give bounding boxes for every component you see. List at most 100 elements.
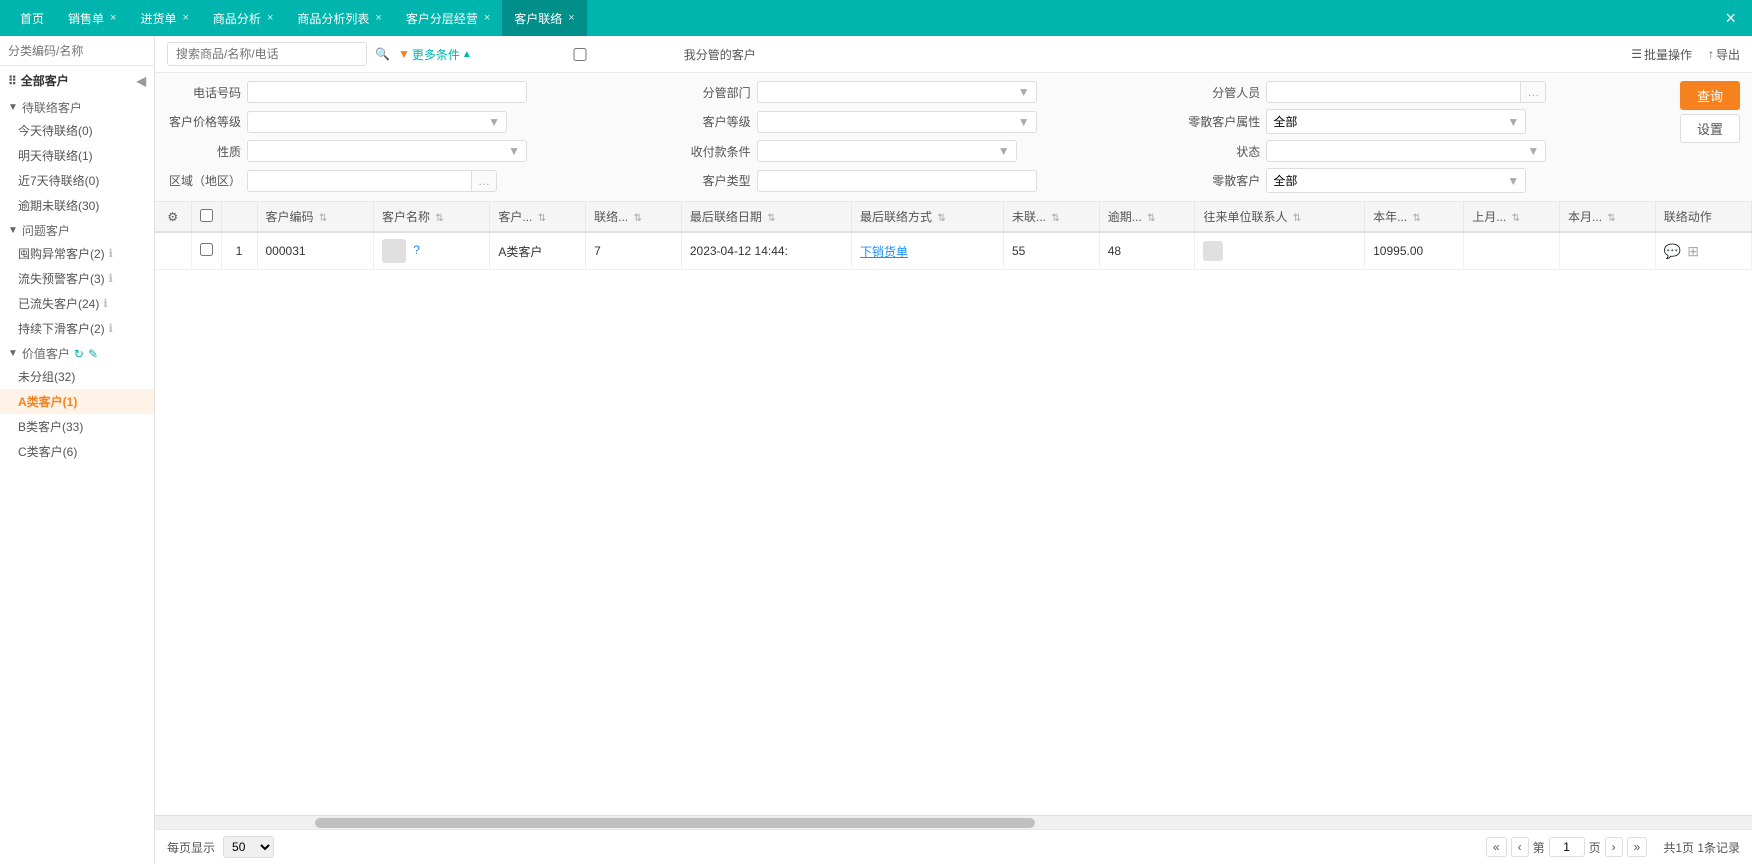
sidebar-item-hoarding-abnormal[interactable]: 囤购异常客户(2) ℹ	[0, 241, 154, 266]
sidebar-search-box[interactable]: 🔍	[0, 36, 154, 66]
col-this-year[interactable]: 本年... ⇅	[1365, 202, 1464, 232]
sidebar-item-overdue-pending[interactable]: 逾期未联络(30)	[0, 193, 154, 218]
nav-tab-customer-contact[interactable]: 客户联络 ×	[502, 0, 586, 36]
col-overdue[interactable]: 逾期... ⇅	[1099, 202, 1195, 232]
sidebar-group-problem[interactable]: ▼ 问题客户	[0, 218, 154, 241]
nav-tab-goods-list[interactable]: 商品分析列表 ×	[285, 0, 393, 36]
col-contact-count[interactable]: 联络... ⇅	[586, 202, 682, 232]
batch-op-button[interactable]: ☰ 批量操作	[1631, 46, 1692, 63]
per-page-select[interactable]: 50 20 100	[223, 836, 274, 858]
row-checkbox[interactable]	[200, 243, 213, 256]
edit-icon[interactable]: ✎	[88, 347, 98, 361]
col-settings[interactable]: ⚙	[155, 202, 191, 232]
query-button[interactable]: 查询	[1680, 81, 1740, 110]
status-select[interactable]: ▼	[1266, 140, 1546, 162]
last-page-button[interactable]: »	[1627, 837, 1648, 857]
qr-action-icon[interactable]: ⊞	[1687, 243, 1699, 260]
more-conditions-label: 更多条件	[412, 46, 460, 63]
nav-tab-purchase[interactable]: 进货单 ×	[128, 0, 200, 36]
nav-tab-goods-list-close[interactable]: ×	[375, 12, 381, 24]
region-dots-icon[interactable]: …	[471, 171, 496, 191]
select-all-checkbox[interactable]	[200, 209, 213, 222]
col-type[interactable]: 客户... ⇅	[490, 202, 586, 232]
col-contact-person[interactable]: 往来单位联系人 ⇅	[1195, 202, 1365, 232]
sidebar-item-declining[interactable]: 持续下滑客户(2) ℹ	[0, 316, 154, 341]
sidebar-item-unclassified[interactable]: 未分组(32)	[0, 364, 154, 389]
filter-cell-customer-level: 客户等级 ▼	[677, 111, 1163, 133]
sidebar-all-customers[interactable]: ⠿ 全部客户 ◀	[0, 66, 154, 95]
nav-tab-customer-contact-close[interactable]: ×	[568, 12, 574, 24]
sidebar-item-a-class[interactable]: A类客户(1)	[0, 389, 154, 414]
sidebar-group-pending-label: 待联络客户	[22, 99, 82, 116]
search-input[interactable]	[167, 42, 367, 66]
nav-tab-goods-analysis[interactable]: 商品分析 ×	[201, 0, 285, 36]
sidebar-item-tomorrow-pending[interactable]: 明天待联络(1)	[0, 143, 154, 168]
nav-tab-sales[interactable]: 销售单 ×	[56, 0, 128, 36]
chevron-down-icon: ▼	[8, 102, 18, 113]
price-level-select[interactable]: ▼	[247, 111, 507, 133]
scrollbar-thumb[interactable]	[315, 818, 1035, 828]
filter-search-icon[interactable]: 🔍	[375, 47, 390, 61]
col-last-method[interactable]: 最后联络方式 ⇅	[852, 202, 1004, 232]
cell-last-method[interactable]: 下销货单	[852, 232, 1004, 270]
sidebar-item-today-pending[interactable]: 今天待联络(0)	[0, 118, 154, 143]
refresh-icon[interactable]: ↻	[74, 347, 84, 361]
sidebar-item-churn-warning[interactable]: 流失预警客户(3) ℹ	[0, 266, 154, 291]
nav-tab-sales-close[interactable]: ×	[110, 12, 116, 24]
page-input[interactable]	[1549, 837, 1585, 857]
col-this-month[interactable]: 本月... ⇅	[1560, 202, 1656, 232]
sort-icon-contact: ⇅	[633, 213, 641, 224]
retail-customer-select[interactable]: 全部 ▼	[1266, 168, 1526, 193]
sidebar-item-churned[interactable]: 已流失客户(24) ℹ	[0, 291, 154, 316]
cell-name[interactable]: ?	[373, 232, 489, 270]
phone-input[interactable]	[247, 81, 527, 103]
customer-name-link[interactable]: ?	[413, 243, 420, 257]
col-last-month[interactable]: 上月... ⇅	[1464, 202, 1560, 232]
nav-tab-customer-tier[interactable]: 客户分层经营 ×	[394, 0, 502, 36]
sidebar-group-problem-label: 问题客户	[22, 222, 70, 239]
sidebar-item-c-class[interactable]: C类客户(6)	[0, 439, 154, 464]
payment-select[interactable]: ▼	[757, 140, 1017, 162]
sort-icon-date: ⇅	[767, 213, 775, 224]
more-conditions-button[interactable]: ▼ 更多条件 ▲	[398, 46, 472, 63]
cell-check[interactable]	[191, 232, 221, 270]
dept-select[interactable]: ▼	[757, 81, 1037, 103]
settings-icon[interactable]: ⚙	[167, 210, 178, 224]
next-page-button[interactable]: ›	[1605, 837, 1623, 857]
sidebar-collapse-icon[interactable]: ◀	[137, 74, 146, 88]
prev-page-button[interactable]: ‹	[1511, 837, 1529, 857]
manager-input[interactable]	[1267, 82, 1520, 102]
col-code[interactable]: 客户编码 ⇅	[257, 202, 373, 232]
col-last-date[interactable]: 最后联络日期 ⇅	[681, 202, 851, 232]
first-page-button[interactable]: «	[1486, 837, 1507, 857]
horizontal-scrollbar[interactable]	[155, 815, 1752, 829]
filter-cell-phone: 电话号码	[167, 81, 653, 103]
col-no-contact[interactable]: 未联... ⇅	[1003, 202, 1099, 232]
nav-tab-customer-tier-close[interactable]: ×	[484, 12, 490, 24]
settings-button[interactable]: 设置	[1680, 114, 1740, 143]
sidebar-search-input[interactable]	[8, 44, 155, 58]
contact-method-link[interactable]: 下销货单	[860, 245, 908, 259]
sort-icon-code: ⇅	[319, 213, 327, 224]
nav-tab-goods-analysis-close[interactable]: ×	[267, 12, 273, 24]
sidebar-item-7day-pending[interactable]: 近7天待联络(0)	[0, 168, 154, 193]
cell-last-date: 2023-04-12 14:44:	[681, 232, 851, 270]
customer-level-select[interactable]: ▼	[757, 111, 1037, 133]
my-customers-checkbox-label[interactable]: 我分管的客户	[480, 46, 756, 63]
chat-action-icon[interactable]: 💬	[1664, 243, 1681, 260]
export-button[interactable]: ↑ 导出	[1708, 46, 1740, 63]
customer-type-input[interactable]	[757, 170, 1037, 192]
nav-tab-purchase-close[interactable]: ×	[182, 12, 188, 24]
sidebar-group-pending[interactable]: ▼ 待联络客户	[0, 95, 154, 118]
sidebar-group-value[interactable]: ▼ 价值客户 ↻ ✎	[0, 341, 154, 364]
my-customers-checkbox[interactable]	[480, 48, 680, 61]
region-input[interactable]	[248, 171, 471, 191]
col-check[interactable]	[191, 202, 221, 232]
nav-tab-home[interactable]: 首页	[8, 0, 56, 36]
window-close-button[interactable]: ×	[1717, 8, 1744, 29]
manager-dots-icon[interactable]: …	[1520, 82, 1545, 102]
retail-attr-select[interactable]: 全部 ▼	[1266, 109, 1526, 134]
col-name[interactable]: 客户名称 ⇅	[373, 202, 489, 232]
sidebar-item-b-class[interactable]: B类客户(33)	[0, 414, 154, 439]
nature-select[interactable]: ▼	[247, 140, 527, 162]
